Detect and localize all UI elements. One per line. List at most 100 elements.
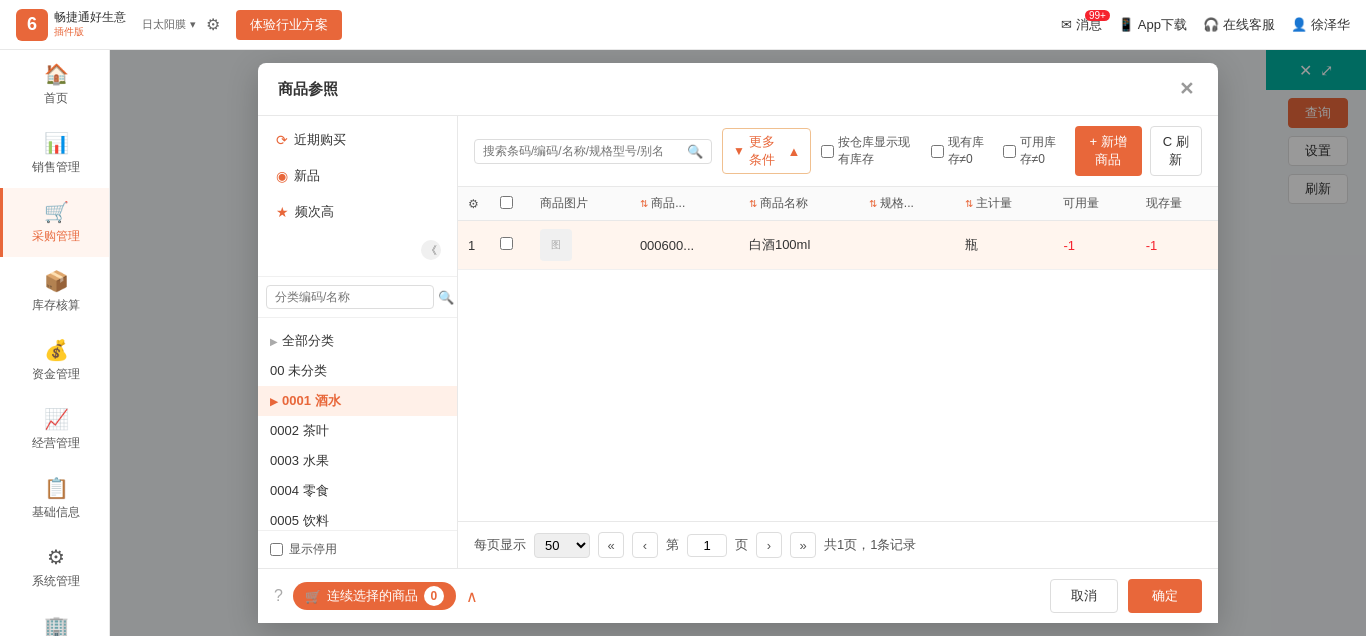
existing-filter-checkbox[interactable] [931,145,944,158]
per-page-select[interactable]: 50 10 20 100 [534,533,590,558]
th-spec[interactable]: ⇅ 规格... [859,187,955,221]
experience-button[interactable]: 体验行业方案 [236,10,342,40]
th-name[interactable]: ⇅ 商品名称 [739,187,859,221]
navbar: 6 畅捷通好生意 插件版 日太阳膜 ▾ ⚙ 体验行业方案 ✉ 消息 99+ 📱 … [0,0,1366,50]
available-filter-checkbox[interactable] [1003,145,1016,158]
modal-right-panel: 🔍 ▼ 更多条件 ▲ 按仓库显示现有库存 [458,116,1218,568]
recent-purchase-nav[interactable]: ⟳ 近期购买 [266,124,449,156]
home-icon: 🏠 [44,62,69,86]
row-index: 1 [458,221,490,270]
table-row[interactable]: 1 图 000600... 白酒100ml 瓶 [458,221,1218,270]
category-search-icon[interactable]: 🔍 [438,290,454,305]
last-page-button[interactable]: » [790,532,816,558]
sidebar-item-sales[interactable]: 📊 销售管理 [0,119,109,188]
cart-badge[interactable]: 🛒 连续选择的商品 0 [293,582,456,610]
sidebar-label-system: 系统管理 [32,573,80,590]
cat-all[interactable]: ▶ 全部分类 [258,326,457,356]
modal-close-button[interactable]: ✕ [1174,77,1198,101]
row-select-checkbox[interactable] [500,237,513,250]
cat-0004[interactable]: 0004 零食 [258,476,457,506]
logo-sub: 插件版 [54,25,126,39]
cat-0003[interactable]: 0003 水果 [258,446,457,476]
th-checkbox[interactable] [490,187,530,221]
enterprise-icon: 🏢 [44,614,69,636]
footer-collapse-icon[interactable]: ∧ [466,587,478,606]
th-unit[interactable]: ⇅ 主计量 [955,187,1054,221]
sidebar-item-basic[interactable]: 📋 基础信息 [0,464,109,533]
logo-text: 畅捷通好生意 [54,10,126,26]
confirm-button[interactable]: 确定 [1128,579,1202,613]
sidebar-label-inventory: 库存核算 [32,297,80,314]
star-icon: ★ [276,204,289,220]
new-product-nav[interactable]: ◉ 新品 [266,160,449,192]
online-service-item[interactable]: 🎧 在线客服 [1203,16,1275,34]
category-search-input[interactable] [266,285,434,309]
refresh-button[interactable]: C 刷新 [1150,126,1202,176]
sidebar-item-home[interactable]: 🏠 首页 [0,50,109,119]
main-area: ✕ ⤢ 查询 设置 刷新 商品参照 ✕ [110,50,1366,636]
sidebar-item-inventory[interactable]: 📦 库存核算 [0,257,109,326]
first-page-button[interactable]: « [598,532,624,558]
sidebar-item-finance[interactable]: 💰 资金管理 [0,326,109,395]
search-bar-right: + 新增商品 C 刷新 [1075,126,1202,176]
sidebar-item-operations[interactable]: 📈 经营管理 [0,395,109,464]
recent-label: 近期购买 [294,131,346,149]
existing-filter-text: 现有库存≠0 [948,134,993,168]
show-disabled-checkbox[interactable] [270,543,283,556]
existing-filter-label[interactable]: 现有库存≠0 [931,134,993,168]
warehouse-filter-checkbox[interactable] [821,145,834,158]
warehouse-filter-label[interactable]: 按仓库显示现有库存 [821,134,920,168]
sales-icon: 📊 [44,131,69,155]
chevron-down-icon: ▾ [190,18,196,31]
show-disabled-label: 显示停用 [289,541,337,558]
cat-0003-label: 0003 水果 [270,452,329,470]
page-number-input[interactable] [687,534,727,557]
product-table-wrap: ⚙ 商品图片 ⇅ 商品... ⇅ 商品名称 ⇅ 规格... ⇅ 主计量 可用量 [458,187,1218,521]
sidebar-item-system[interactable]: ⚙ 系统管理 [0,533,109,602]
search-icon[interactable]: 🔍 [687,144,703,159]
category-tree: ▶ 全部分类 00 未分类 ▶ 0001 酒水 0002 茶 [258,318,457,530]
cat-00[interactable]: 00 未分类 [258,356,457,386]
collapse-area: 《 [266,232,449,268]
cancel-button[interactable]: 取消 [1050,579,1118,613]
next-page-button[interactable]: › [756,532,782,558]
company-selector[interactable]: 日太阳膜 ▾ [142,17,196,32]
messages-item[interactable]: ✉ 消息 99+ [1061,16,1102,34]
help-icon[interactable]: ? [274,587,283,605]
username-label: 徐泽华 [1311,16,1350,34]
sidebar-item-purchase[interactable]: 🛒 采购管理 [0,188,109,257]
new-icon: ◉ [276,168,288,184]
modal-overlay: 商品参照 ✕ ⟳ 近期购买 ◉ 新品 [110,50,1366,636]
cat-0005[interactable]: 0005 饮料 [258,506,457,530]
prev-page-button[interactable]: ‹ [632,532,658,558]
frequent-nav[interactable]: ★ 频次高 [266,196,449,228]
avatar-icon: 👤 [1291,17,1307,32]
cat-0001[interactable]: ▶ 0001 酒水 [258,386,457,416]
sidebar-item-enterprise[interactable]: 🏢 企业协同 [0,602,109,636]
collapse-left-button[interactable]: 《 [421,240,441,260]
logo-icon: 6 [16,9,48,41]
app-layout: 🏠 首页 📊 销售管理 🛒 采购管理 📦 库存核算 💰 资金管理 📈 经营管理 … [0,50,1366,636]
row-checkbox[interactable] [490,221,530,270]
messages-badge: 99+ [1085,10,1110,21]
user-item[interactable]: 👤 徐泽华 [1291,16,1350,34]
available-filter-label[interactable]: 可用库存≠0 [1003,134,1065,168]
mobile-icon: 📱 [1118,17,1134,32]
cat-00-label: 00 未分类 [270,362,327,380]
finance-icon: 💰 [44,338,69,362]
th-stock: 现存量 [1136,187,1218,221]
product-search-input[interactable] [483,144,683,158]
add-product-button[interactable]: + 新增商品 [1075,126,1142,176]
row-spec [859,221,955,270]
cat-0002[interactable]: 0002 茶叶 [258,416,457,446]
select-all-checkbox[interactable] [500,196,513,209]
modal-header: 商品参照 ✕ [258,63,1218,116]
th-code[interactable]: ⇅ 商品... [630,187,739,221]
app-download-item[interactable]: 📱 App下载 [1118,16,1187,34]
more-filter-button[interactable]: ▼ 更多条件 ▲ [722,128,811,174]
th-config[interactable]: ⚙ [458,187,490,221]
gear-icon[interactable]: ⚙ [206,15,220,34]
product-reference-modal: 商品参照 ✕ ⟳ 近期购买 ◉ 新品 [258,63,1218,623]
modal-body: ⟳ 近期购买 ◉ 新品 ★ 频次高 [258,116,1218,568]
row-stock: -1 [1136,221,1218,270]
